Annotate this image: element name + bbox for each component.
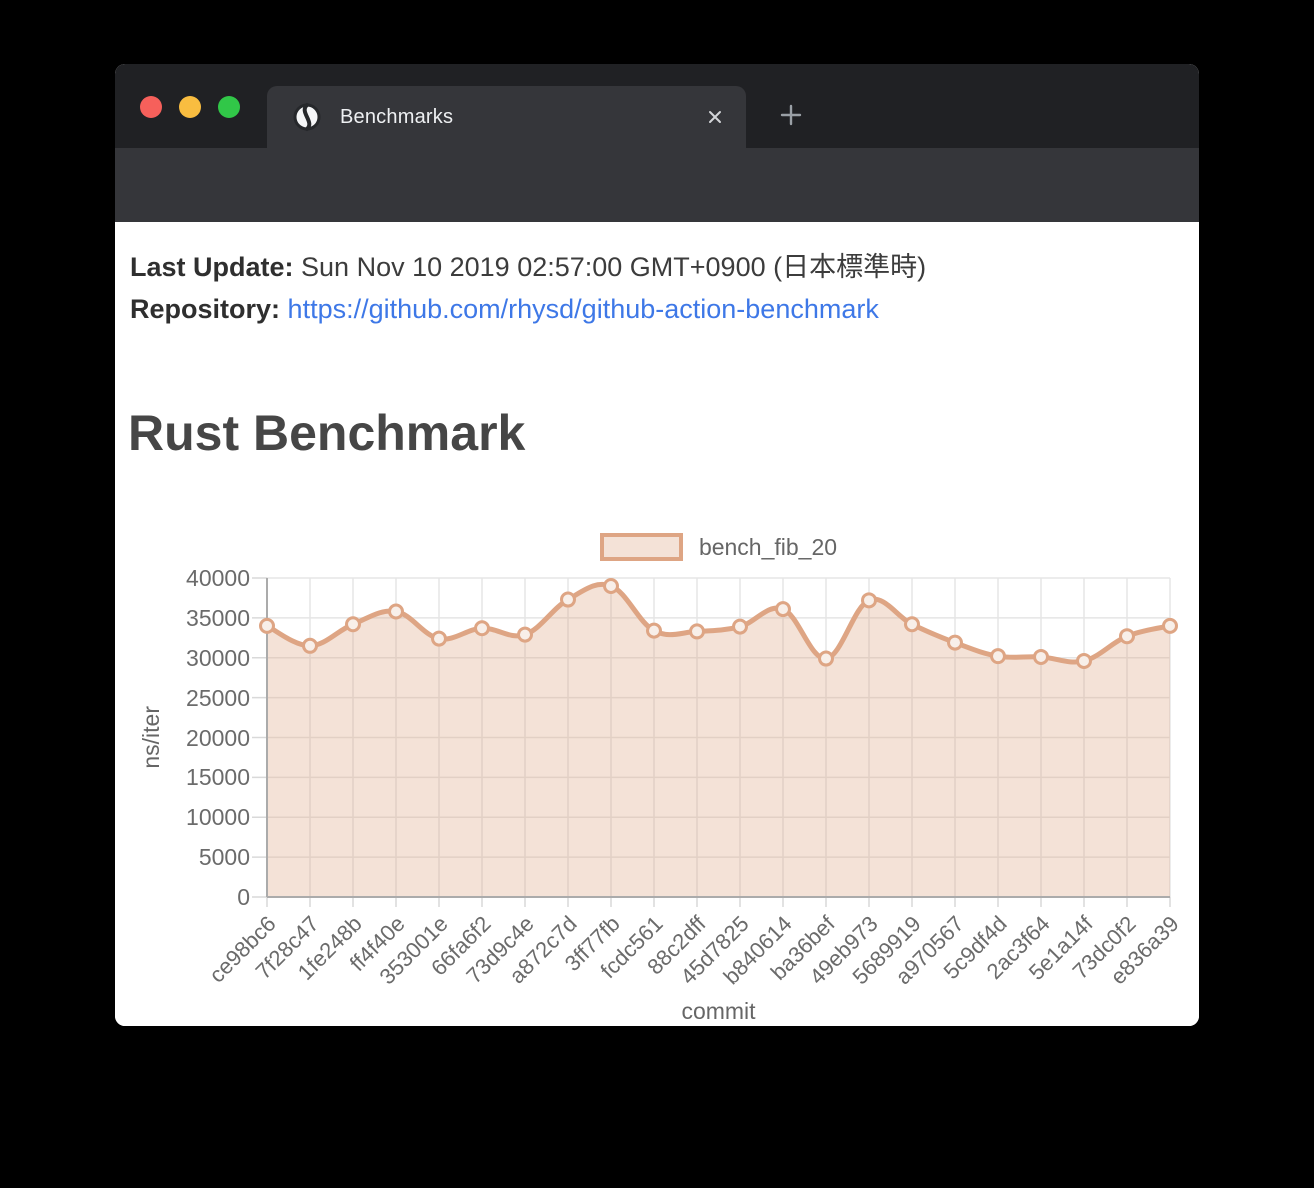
browser-window: Benchmarks Last Update: Sun Nov 10 2019 … xyxy=(115,64,1199,1026)
chart-canvas[interactable] xyxy=(252,568,1180,908)
repository-line: Repository: https://github.com/rhysd/git… xyxy=(130,288,926,330)
page-title: Rust Benchmark xyxy=(128,405,526,461)
navigation-bar: rhysd.github.io/github-... シークレット xyxy=(115,148,1199,294)
last-update-line: Last Update: Sun Nov 10 2019 02:57:00 GM… xyxy=(130,246,926,288)
x-axis-title: commit xyxy=(681,998,756,1024)
page-meta: Last Update: Sun Nov 10 2019 02:57:00 GM… xyxy=(130,246,926,330)
globe-favicon-icon xyxy=(293,103,321,131)
y-tick-label: 35000 xyxy=(186,604,250,631)
window-minimize-button[interactable] xyxy=(179,96,201,118)
legend-swatch xyxy=(599,533,683,561)
page-content: Last Update: Sun Nov 10 2019 02:57:00 GM… xyxy=(115,222,1199,1026)
new-tab-button[interactable] xyxy=(775,101,807,129)
repository-link[interactable]: https://github.com/rhysd/github-action-b… xyxy=(288,294,879,324)
window-zoom-button[interactable] xyxy=(218,96,240,118)
repository-label: Repository: xyxy=(130,294,281,324)
y-tick-label: 5000 xyxy=(198,844,250,871)
y-axis-title: ns/iter xyxy=(137,705,164,769)
tab-title: Benchmarks xyxy=(340,105,454,128)
tab-close-icon[interactable] xyxy=(702,104,728,130)
window-close-button[interactable] xyxy=(140,96,162,118)
y-tick-label: 30000 xyxy=(186,644,250,671)
last-update-value: Sun Nov 10 2019 02:57:00 GMT+0900 (日本標準時… xyxy=(293,252,927,282)
tab-strip: Benchmarks xyxy=(115,64,1199,148)
y-tick-label: 0 xyxy=(237,884,250,910)
y-tick-label: 40000 xyxy=(186,565,250,591)
y-tick-label: 10000 xyxy=(186,804,250,831)
chart-legend[interactable]: bench_fib_20 xyxy=(267,530,1170,564)
last-update-label: Last Update: xyxy=(130,252,294,282)
tab-benchmarks[interactable]: Benchmarks xyxy=(267,86,746,148)
legend-label: bench_fib_20 xyxy=(698,533,838,560)
